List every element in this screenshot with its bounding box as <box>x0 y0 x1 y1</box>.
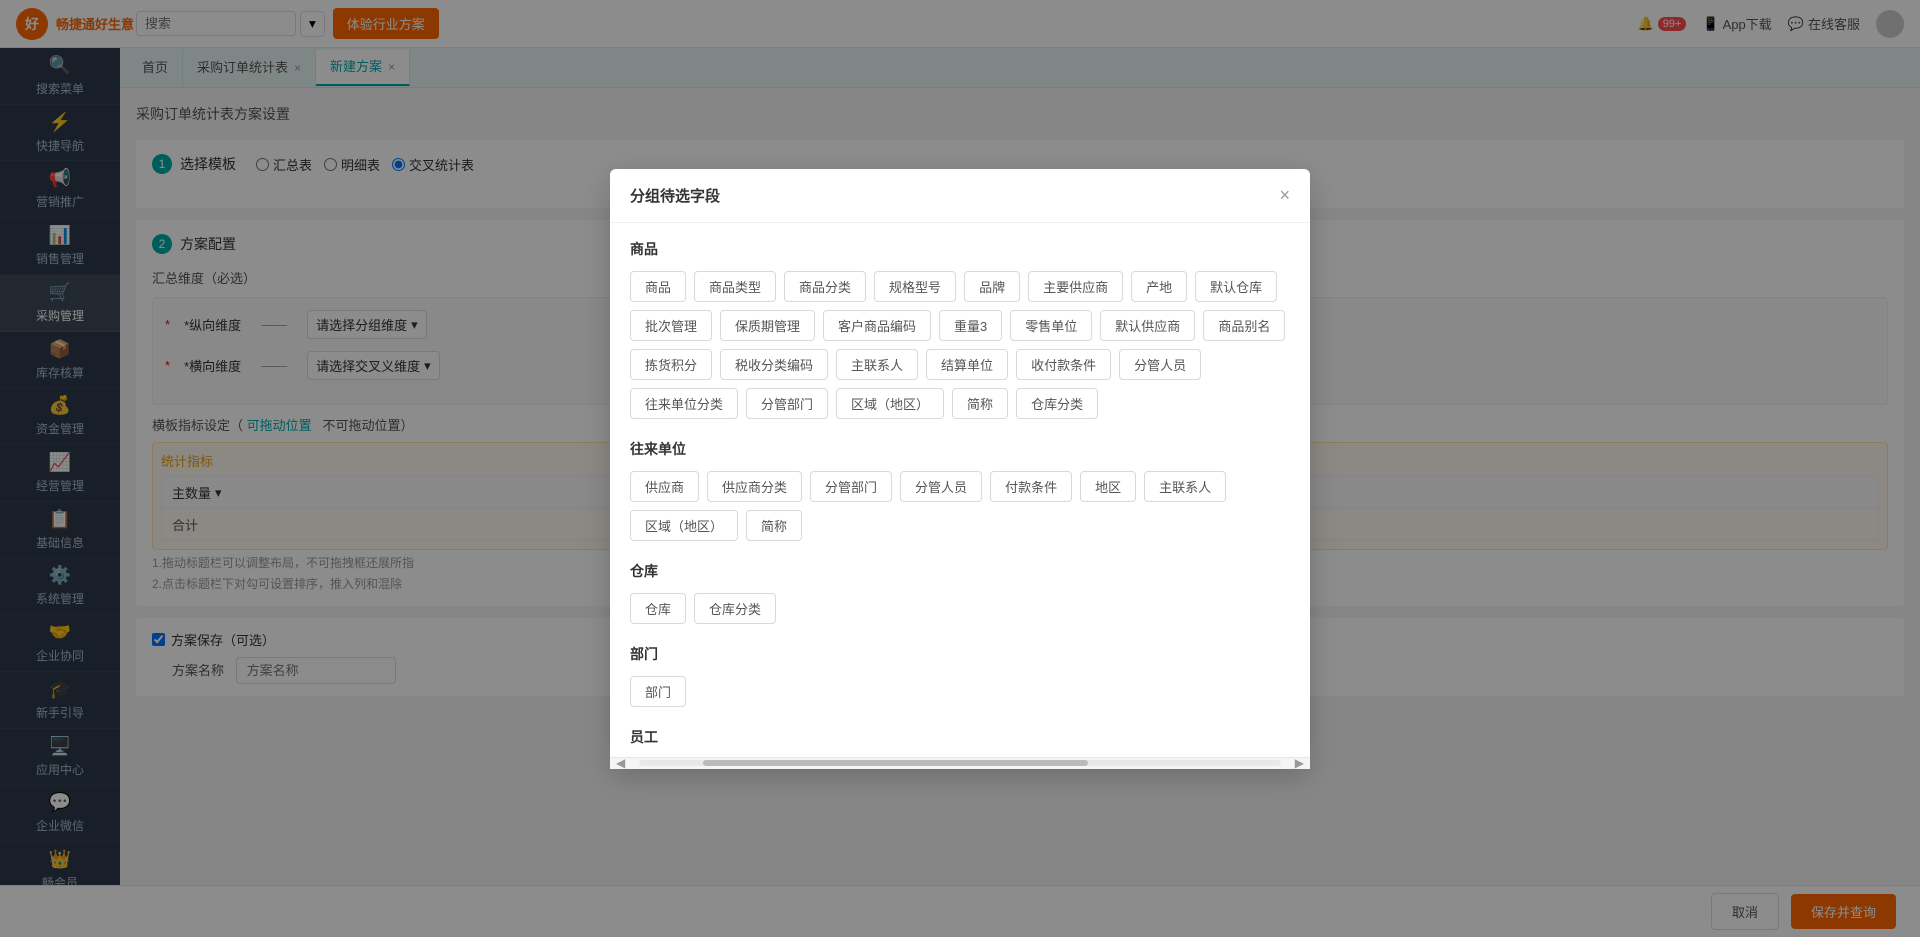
field-tag-goods-10[interactable]: 客户商品编码 <box>823 310 931 341</box>
field-tag-goods-9[interactable]: 保质期管理 <box>720 310 815 341</box>
field-tag-partner-7[interactable]: 区域（地区） <box>630 510 738 541</box>
section-title-warehouse: 仓库 <box>630 561 1290 581</box>
field-tag-goods-8[interactable]: 批次管理 <box>630 310 712 341</box>
scroll-right-arrow[interactable]: ▶ <box>1289 756 1310 770</box>
field-tag-goods-20[interactable]: 分管人员 <box>1119 349 1201 380</box>
field-tag-goods-24[interactable]: 简称 <box>952 388 1008 419</box>
field-tag-goods-17[interactable]: 主联系人 <box>836 349 918 380</box>
scroll-left-arrow[interactable]: ◀ <box>610 756 631 770</box>
field-tag-goods-2[interactable]: 商品分类 <box>784 271 866 302</box>
field-tag-goods-6[interactable]: 产地 <box>1131 271 1187 302</box>
field-section-warehouse: 仓库仓库仓库分类 <box>630 561 1290 624</box>
field-tag-goods-15[interactable]: 拣货积分 <box>630 349 712 380</box>
field-tag-goods-13[interactable]: 默认供应商 <box>1100 310 1195 341</box>
field-tag-goods-11[interactable]: 重量3 <box>939 310 1002 341</box>
field-tag-warehouse-0[interactable]: 仓库 <box>630 593 686 624</box>
field-tags-partner: 供应商供应商分类分管部门分管人员付款条件地区主联系人区域（地区） 简称 <box>630 471 1290 541</box>
field-tag-goods-19[interactable]: 收付款条件 <box>1016 349 1111 380</box>
field-tag-partner-3[interactable]: 分管人员 <box>900 471 982 502</box>
field-tags-department: 部门 <box>630 676 1290 707</box>
field-tag-goods-14[interactable]: 商品别名 <box>1203 310 1285 341</box>
field-tag-warehouse-1[interactable]: 仓库分类 <box>694 593 776 624</box>
field-tag-goods-1[interactable]: 商品类型 <box>694 271 776 302</box>
field-tag-partner-6[interactable]: 主联系人 <box>1144 471 1226 502</box>
field-tag-goods-22[interactable]: 分管部门 <box>746 388 828 419</box>
field-section-goods: 商品商品商品类型商品分类规格型号品牌主要供应商产地默认仓库批次管理保质期管理客户… <box>630 239 1290 419</box>
modal-header: 分组待选字段 × <box>610 169 1310 223</box>
field-tags-warehouse: 仓库仓库分类 <box>630 593 1290 624</box>
field-tag-goods-3[interactable]: 规格型号 <box>874 271 956 302</box>
field-tag-goods-5[interactable]: 主要供应商 <box>1028 271 1123 302</box>
modal-dialog: 分组待选字段 × 商品商品商品类型商品分类规格型号品牌主要供应商产地默认仓库批次… <box>610 169 1310 769</box>
section-title-partner: 往来单位 <box>630 439 1290 459</box>
modal-scroll-track <box>639 760 1281 766</box>
field-tag-goods-7[interactable]: 默认仓库 <box>1195 271 1277 302</box>
field-tags-goods: 商品商品类型商品分类规格型号品牌主要供应商产地默认仓库批次管理保质期管理客户商品… <box>630 271 1290 419</box>
modal-body: 商品商品商品类型商品分类规格型号品牌主要供应商产地默认仓库批次管理保质期管理客户… <box>610 223 1310 757</box>
modal-title: 分组待选字段 <box>630 185 720 206</box>
field-tag-partner-1[interactable]: 供应商分类 <box>707 471 802 502</box>
field-tag-partner-2[interactable]: 分管部门 <box>810 471 892 502</box>
field-tag-goods-4[interactable]: 品牌 <box>964 271 1020 302</box>
field-tag-goods-0[interactable]: 商品 <box>630 271 686 302</box>
modal-overlay: 分组待选字段 × 商品商品商品类型商品分类规格型号品牌主要供应商产地默认仓库批次… <box>0 0 1920 937</box>
field-tag-department-0[interactable]: 部门 <box>630 676 686 707</box>
field-tag-goods-25[interactable]: 仓库分类 <box>1016 388 1098 419</box>
field-tag-partner-5[interactable]: 地区 <box>1080 471 1136 502</box>
section-title-department: 部门 <box>630 644 1290 664</box>
section-title-employee: 员工 <box>630 727 1290 747</box>
field-tag-goods-21[interactable]: 往来单位分类 <box>630 388 738 419</box>
modal-close-button[interactable]: × <box>1279 186 1290 204</box>
field-tag-goods-18[interactable]: 结算单位 <box>926 349 1008 380</box>
field-section-employee: 员工业务员 <box>630 727 1290 757</box>
field-tag-partner-4[interactable]: 付款条件 <box>990 471 1072 502</box>
field-section-department: 部门部门 <box>630 644 1290 707</box>
field-tag-partner-0[interactable]: 供应商 <box>630 471 699 502</box>
field-tag-goods-12[interactable]: 零售单位 <box>1010 310 1092 341</box>
field-section-partner: 往来单位供应商供应商分类分管部门分管人员付款条件地区主联系人区域（地区） 简称 <box>630 439 1290 541</box>
field-tag-partner-8[interactable]: 简称 <box>746 510 802 541</box>
modal-scroll-thumb <box>703 760 1088 766</box>
field-tag-goods-23[interactable]: 区域（地区） <box>836 388 944 419</box>
section-title-goods: 商品 <box>630 239 1290 259</box>
modal-scroll-bottom: ◀ ▶ <box>610 757 1310 769</box>
field-tag-goods-16[interactable]: 税收分类编码 <box>720 349 828 380</box>
